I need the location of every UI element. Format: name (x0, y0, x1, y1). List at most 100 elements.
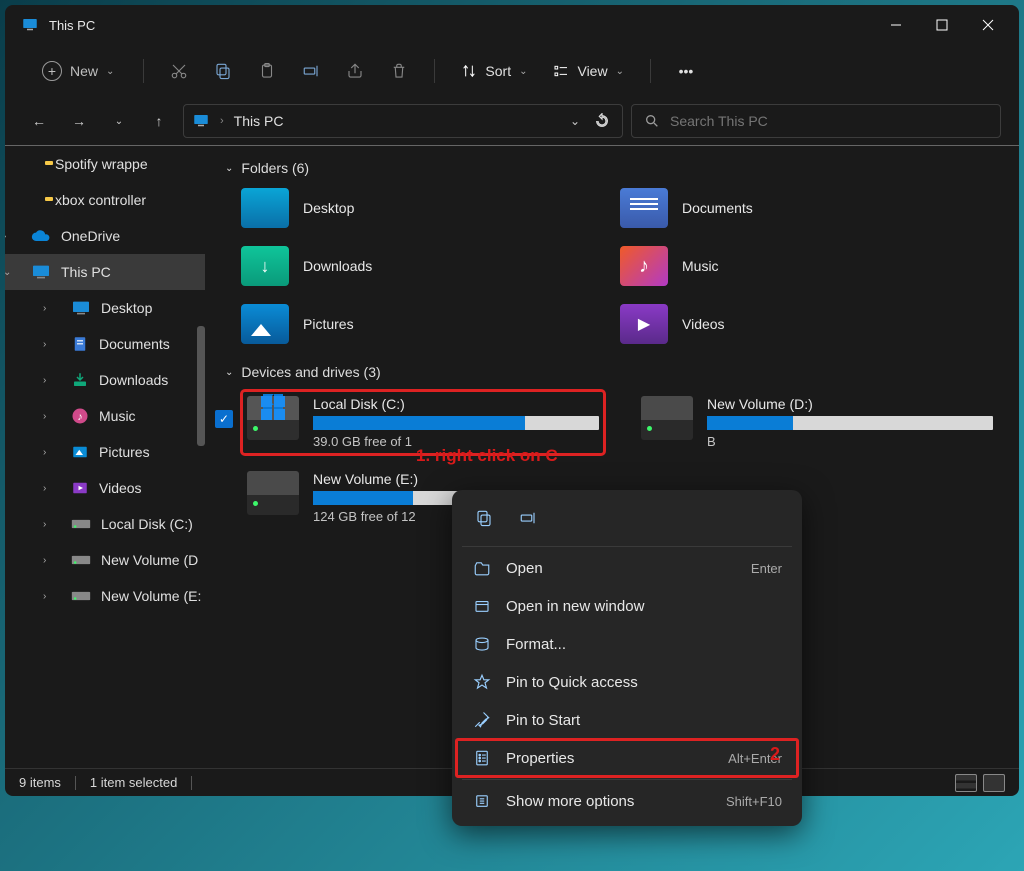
new-button[interactable]: + New ⌄ (29, 54, 127, 88)
folder-item[interactable]: Documents (620, 188, 999, 228)
sidebar-item-label: Videos (99, 480, 142, 496)
search-box[interactable] (631, 104, 1001, 138)
breadcrumb[interactable]: This PC (234, 113, 284, 129)
rename-button[interactable] (510, 502, 546, 534)
menu-item-label: Pin to Start (506, 712, 580, 729)
rename-button[interactable] (292, 53, 330, 89)
folder-label: Desktop (303, 200, 354, 216)
context-menu-item[interactable]: Format... (456, 625, 798, 663)
drives-header[interactable]: ⌄ Devices and drives (3) (205, 360, 1019, 384)
more-button[interactable]: ••• (667, 53, 705, 89)
format-icon (472, 635, 492, 653)
folder-item[interactable]: Downloads (241, 246, 620, 286)
icons-view-button[interactable] (983, 774, 1005, 792)
this-pc-icon (192, 112, 210, 130)
chevron-down-icon: ⌄ (225, 163, 233, 174)
forward-button[interactable]: → (63, 105, 95, 137)
sidebar-item[interactable]: Spotify wrappe (5, 146, 205, 182)
menu-item-label: Pin to Quick access (506, 674, 638, 691)
item-count: 9 items (19, 775, 61, 790)
folder-icon (241, 246, 289, 286)
drive-icon (247, 471, 299, 515)
expand-icon[interactable]: › (43, 555, 55, 566)
cut-button[interactable] (160, 53, 198, 89)
sidebar-item[interactable]: ›Local Disk (C:) (5, 506, 205, 542)
recent-button[interactable]: ⌄ (103, 105, 135, 137)
context-menu: OpenEnterOpen in new window Format... Pin … (452, 490, 802, 826)
sidebar-item[interactable]: xbox controller (5, 182, 205, 218)
drive-name: Local Disk (C:) (313, 396, 599, 412)
delete-button[interactable] (380, 53, 418, 89)
sidebar: Spotify wrappexbox controller › OneDrive ⌄T… (5, 146, 205, 768)
sidebar-item[interactable]: ›Downloads (5, 362, 205, 398)
sidebar-item[interactable]: ›Pictures (5, 434, 205, 470)
share-button[interactable] (336, 53, 374, 89)
expand-icon[interactable]: ⌄ (5, 267, 15, 278)
expand-icon[interactable]: › (43, 375, 55, 386)
menu-item-label: Format... (506, 636, 566, 653)
expand-icon[interactable]: › (43, 411, 55, 422)
expand-icon[interactable]: › (43, 519, 55, 530)
context-menu-item[interactable]: Pin to Quick access (456, 663, 798, 701)
sidebar-item[interactable]: ›New Volume (E: (5, 578, 205, 614)
sidebar-item[interactable]: ›New Volume (D (5, 542, 205, 578)
sort-button[interactable]: Sort ⌄ (451, 57, 537, 85)
folders-header[interactable]: ⌄ Folders (6) (205, 156, 1019, 180)
nav-row: ← → ⌄ ↑ › This PC ⌄ (5, 97, 1019, 145)
expand-icon[interactable]: › (43, 303, 55, 314)
sidebar-item[interactable]: ⌄This PC (5, 254, 205, 290)
folder-item[interactable]: Desktop (241, 188, 620, 228)
chevron-down-icon[interactable]: ⌄ (570, 114, 580, 128)
sidebar-item[interactable]: › OneDrive (5, 218, 205, 254)
star-icon (472, 673, 492, 691)
checkbox-icon: ✓ (215, 410, 233, 428)
close-button[interactable] (965, 9, 1011, 41)
back-button[interactable]: ← (23, 105, 55, 137)
drive-item[interactable]: New Volume (D:)B (635, 390, 999, 455)
expand-icon[interactable]: › (5, 231, 15, 242)
folder-label: Pictures (303, 316, 354, 332)
copy-button[interactable] (204, 53, 242, 89)
sidebar-item-label: Desktop (101, 300, 152, 316)
sidebar-item[interactable]: ›Documents (5, 326, 205, 362)
view-button[interactable]: View ⌄ (543, 57, 633, 85)
minimize-button[interactable] (873, 9, 919, 41)
expand-icon[interactable]: › (43, 483, 55, 494)
paste-button[interactable] (248, 53, 286, 89)
folder-item[interactable]: Music (620, 246, 999, 286)
search-input[interactable] (670, 113, 988, 129)
item-icon (71, 300, 91, 316)
folder-icon (620, 188, 668, 228)
maximize-button[interactable] (919, 9, 965, 41)
sidebar-item[interactable]: ›♪Music (5, 398, 205, 434)
folder-label: Downloads (303, 258, 372, 274)
copy-button[interactable] (466, 502, 502, 534)
address-bar[interactable]: › This PC ⌄ (183, 104, 623, 138)
details-view-button[interactable] (955, 774, 977, 792)
sidebar-item-label: OneDrive (61, 228, 120, 244)
chevron-down-icon: ⌄ (616, 66, 624, 77)
item-icon (71, 517, 91, 531)
context-menu-item[interactable]: PropertiesAlt+Enter (456, 739, 798, 777)
folder-icon (620, 304, 668, 344)
open-icon (472, 559, 492, 577)
context-menu-item[interactable]: Pin to Start (456, 701, 798, 739)
expand-icon[interactable]: › (43, 447, 55, 458)
refresh-button[interactable] (590, 113, 614, 129)
pin-icon (472, 711, 492, 729)
context-menu-item[interactable]: Open in new window (456, 587, 798, 625)
drive-free-text: B (707, 434, 993, 449)
sidebar-item[interactable]: › Desktop (5, 290, 205, 326)
annotation-text: 1. right click on C (416, 446, 558, 466)
scrollbar-thumb[interactable] (197, 326, 205, 446)
expand-icon[interactable]: › (43, 591, 55, 602)
storage-bar (313, 416, 599, 430)
expand-icon[interactable]: › (43, 339, 55, 350)
context-menu-item[interactable]: Show more optionsShift+F10 (456, 782, 798, 820)
context-menu-item[interactable]: OpenEnter (456, 549, 798, 587)
sidebar-item[interactable]: › Videos (5, 470, 205, 506)
folder-item[interactable]: Pictures (241, 304, 620, 344)
folder-item[interactable]: Videos (620, 304, 999, 344)
up-button[interactable]: ↑ (143, 105, 175, 137)
titlebar[interactable]: This PC (5, 5, 1019, 45)
